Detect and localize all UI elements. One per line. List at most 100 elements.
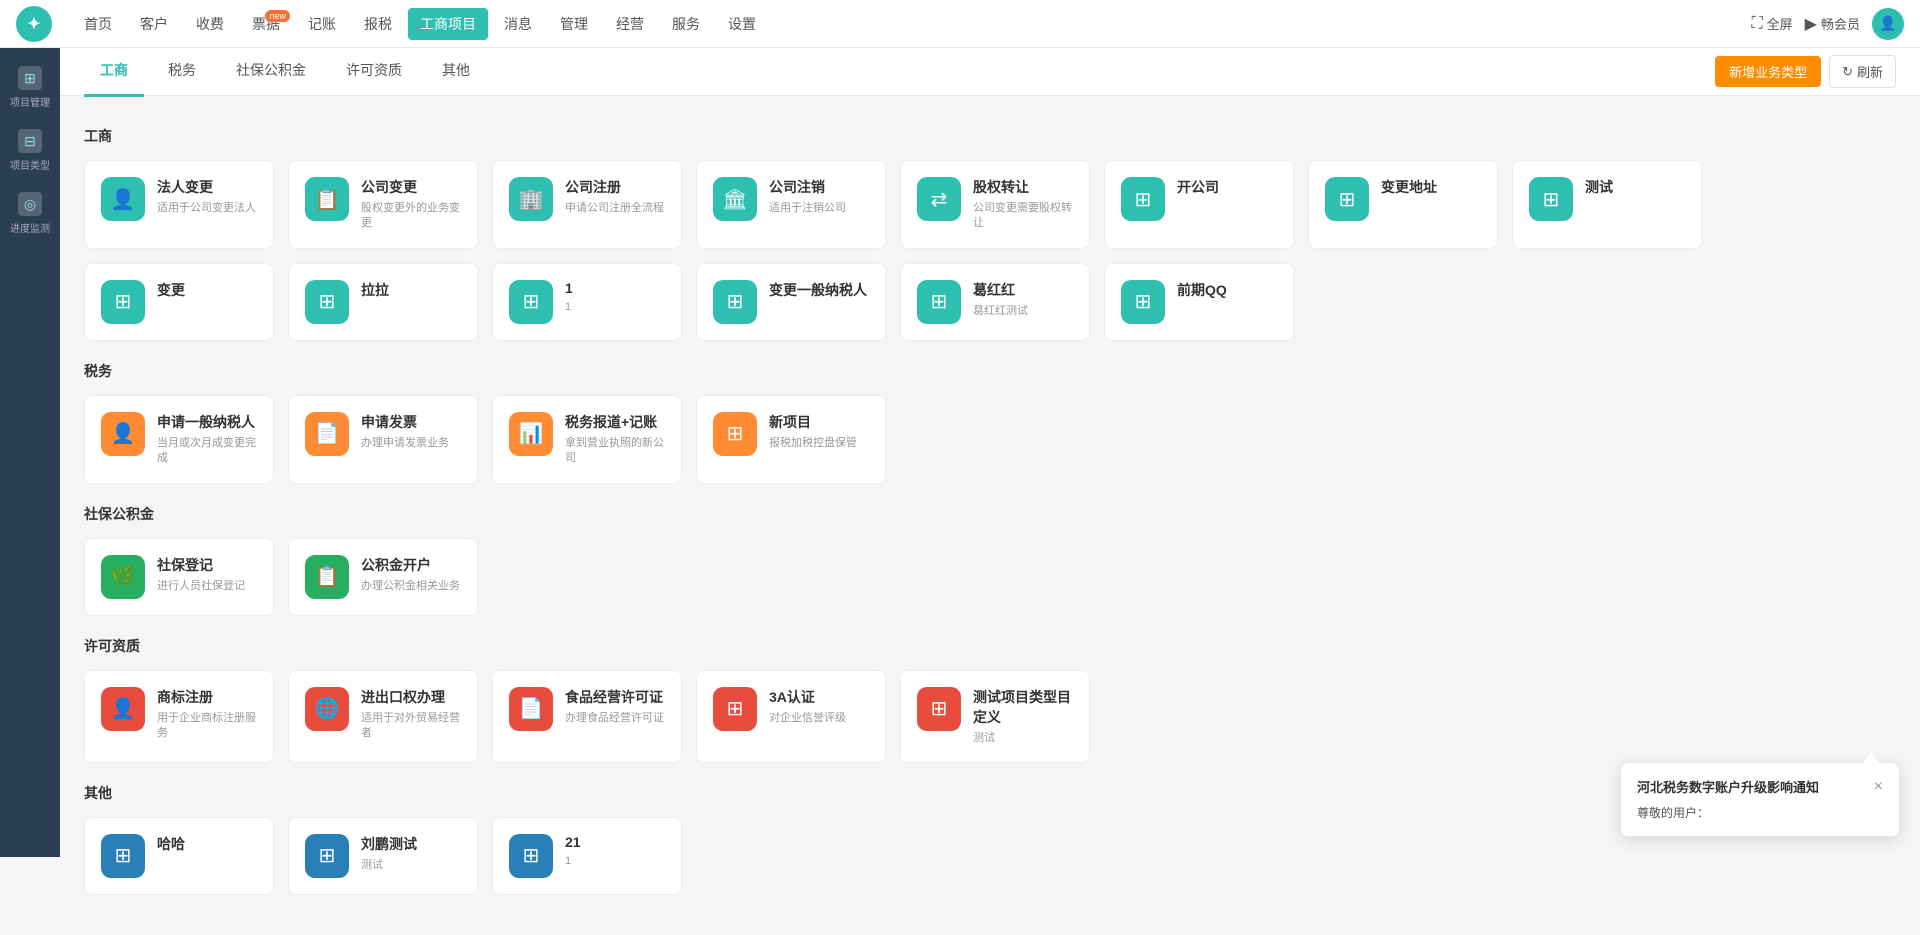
card-icon-tax-report-accounting: 📊 <box>509 412 553 456</box>
card-text-food-license: 食品经营许可证 办理食品经营许可证 <box>565 687 665 726</box>
card-company-cancel[interactable]: 🏛 公司注销 适用于注销公司 <box>696 160 886 249</box>
notif-close-button[interactable]: × <box>1874 778 1883 796</box>
card-lala[interactable]: ⊞ 拉拉 <box>288 263 478 341</box>
sidebar-item-project-type[interactable]: ⊟ 项目类型 <box>3 121 57 180</box>
sub-tab-other[interactable]: 其他 <box>426 46 486 97</box>
card-company-change[interactable]: 📋 公司变更 股权变更外的业务变更 <box>288 160 478 249</box>
card-change[interactable]: ⊞ 变更 <box>84 263 274 341</box>
sidebar-label-project-type: 项目类型 <box>10 157 50 172</box>
card-twenty-one[interactable]: ⊞ 21 1 <box>492 817 682 895</box>
card-3a-cert[interactable]: ⊞ 3A认证 对企业信誉评级 <box>696 670 886 763</box>
card-one[interactable]: ⊞ 1 1 <box>492 263 682 341</box>
card-desc-tax-report-accounting: 拿到营业执照的新公司 <box>565 436 665 467</box>
card-gehonghong[interactable]: ⊞ 葛红红 葛红红测试 <box>900 263 1090 341</box>
sub-tab-social[interactable]: 社保公积金 <box>220 46 322 97</box>
card-desc-apply-taxpayer: 当月或次月成变更完成 <box>157 436 257 467</box>
nav-item-service[interactable]: 服务 <box>660 8 712 40</box>
card-text-trademark: 商标注册 用于企业商标注册服务 <box>157 687 257 742</box>
card-haha[interactable]: ⊞ 哈哈 <box>84 817 274 895</box>
fullscreen-button[interactable]: ⛶ 全屏 <box>1751 14 1792 33</box>
card-provident-fund[interactable]: 📋 公积金开户 办理公积金相关业务 <box>288 538 478 616</box>
card-food-license[interactable]: 📄 食品经营许可证 办理食品经营许可证 <box>492 670 682 763</box>
card-icon-equity-transfer: ⇄ <box>917 177 961 221</box>
card-tax-report-accounting[interactable]: 📊 税务报道+记账 拿到营业执照的新公司 <box>492 395 682 484</box>
card-name-apply-taxpayer: 申请一般纳税人 <box>157 412 257 432</box>
card-name-new-project: 新项目 <box>769 412 869 432</box>
card-apply-taxpayer[interactable]: 👤 申请一般纳税人 当月或次月成变更完成 <box>84 395 274 484</box>
card-icon-twenty-one: ⊞ <box>509 834 553 878</box>
card-name-equity-transfer: 股权转让 <box>973 177 1073 197</box>
card-apply-invoice[interactable]: 📄 申请发票 办理申请发票业务 <box>288 395 478 484</box>
sub-tab-tax[interactable]: 税务 <box>152 46 212 97</box>
card-test-type[interactable]: ⊞ 测试项目类型目定义 测试 <box>900 670 1090 763</box>
section-title-license: 许可资质 <box>84 636 1896 656</box>
card-icon-legal-change: 👤 <box>101 177 145 221</box>
card-social-register[interactable]: 🌿 社保登记 进行人员社保登记 <box>84 538 274 616</box>
nav-item-message[interactable]: 消息 <box>492 8 544 40</box>
refresh-button[interactable]: ↻刷新 <box>1829 55 1896 88</box>
card-icon-provident-fund: 📋 <box>305 555 349 599</box>
card-name-3a-cert: 3A认证 <box>769 687 869 707</box>
nav-item-operation[interactable]: 经营 <box>604 8 656 40</box>
card-icon-gehonghong: ⊞ <box>917 280 961 324</box>
new-type-button[interactable]: 新增业务类型 <box>1715 56 1821 87</box>
card-name-food-license: 食品经营许可证 <box>565 687 665 707</box>
card-liupeng-test[interactable]: ⊞ 刘鹏测试 测试 <box>288 817 478 895</box>
sub-tab-license[interactable]: 许可资质 <box>330 46 418 97</box>
cards-grid-tax: 👤 申请一般纳税人 当月或次月成变更完成 📄 申请发票 办理申请发票业务 📊 税… <box>84 395 1896 484</box>
card-change-address[interactable]: ⊞ 变更地址 <box>1308 160 1498 249</box>
sub-tab-industry[interactable]: 工商 <box>84 46 144 97</box>
nav-item-industry[interactable]: 工商项目 <box>408 8 488 40</box>
card-text-lala: 拉拉 <box>361 280 461 304</box>
nav-item-billing[interactable]: 收费 <box>184 8 236 40</box>
cards-grid-social: 🌿 社保登记 进行人员社保登记 📋 公积金开户 办理公积金相关业务 <box>84 538 1896 616</box>
card-equity-transfer[interactable]: ⇄ 股权转让 公司变更需要股权转让 <box>900 160 1090 249</box>
nav-item-home[interactable]: 首页 <box>72 8 124 40</box>
card-desc-apply-invoice: 办理申请发票业务 <box>361 436 461 451</box>
avatar[interactable]: 👤 <box>1872 8 1904 40</box>
notif-triangle <box>1863 753 1879 763</box>
card-name-twenty-one: 21 <box>565 834 665 850</box>
nav-item-management[interactable]: 管理 <box>548 8 600 40</box>
card-icon-3a-cert: ⊞ <box>713 687 757 731</box>
card-text-qianqi-qq: 前期QQ <box>1177 280 1277 304</box>
card-name-legal-change: 法人变更 <box>157 177 257 197</box>
notif-content: 尊敬的用户： <box>1637 804 1883 822</box>
card-open-company[interactable]: ⊞ 开公司 <box>1104 160 1294 249</box>
card-icon-test-type: ⊞ <box>917 687 961 731</box>
card-desc-one: 1 <box>565 300 665 315</box>
card-name-qianqi-qq: 前期QQ <box>1177 280 1277 300</box>
card-legal-change[interactable]: 👤 法人变更 适用于公司变更法人 <box>84 160 274 249</box>
card-name-company-cancel: 公司注销 <box>769 177 869 197</box>
card-test[interactable]: ⊞ 测试 <box>1512 160 1702 249</box>
nav-item-accounting[interactable]: 记账 <box>296 8 348 40</box>
card-name-social-register: 社保登记 <box>157 555 257 575</box>
nav-item-customer[interactable]: 客户 <box>128 8 180 40</box>
sub-tabs: 工商税务社保公积金许可资质其他 新增业务类型 ↻刷新 <box>60 48 1920 96</box>
card-import-export[interactable]: 🌐 进出口权办理 适用于对外贸易经营者 <box>288 670 478 763</box>
cards-grid-industry: 👤 法人变更 适用于公司变更法人 📋 公司变更 股权变更外的业务变更 🏢 公司注… <box>84 160 1896 341</box>
card-icon-haha: ⊞ <box>101 834 145 878</box>
nav-item-ticket[interactable]: 票据new <box>240 8 292 40</box>
card-icon-new-project: ⊞ <box>713 412 757 456</box>
card-name-change: 变更 <box>157 280 257 300</box>
card-desc-legal-change: 适用于公司变更法人 <box>157 201 257 216</box>
member-button[interactable]: ▶ 畅会员 <box>1805 14 1860 34</box>
nav-item-tax[interactable]: 报税 <box>352 8 404 40</box>
card-qianqi-qq[interactable]: ⊞ 前期QQ <box>1104 263 1294 341</box>
card-new-project[interactable]: ⊞ 新项目 报税加税控盘保管 <box>696 395 886 484</box>
card-name-change-address: 变更地址 <box>1381 177 1481 197</box>
card-icon-open-company: ⊞ <box>1121 177 1165 221</box>
section-title-social: 社保公积金 <box>84 504 1896 524</box>
card-text-import-export: 进出口权办理 适用于对外贸易经营者 <box>361 687 461 742</box>
sidebar-item-progress-monitor[interactable]: ◎ 进度监测 <box>3 184 57 243</box>
card-name-company-register: 公司注册 <box>565 177 665 197</box>
card-text-twenty-one: 21 1 <box>565 834 665 869</box>
card-company-register[interactable]: 🏢 公司注册 申请公司注册全流程 <box>492 160 682 249</box>
card-trademark[interactable]: 👤 商标注册 用于企业商标注册服务 <box>84 670 274 763</box>
sidebar-item-project-mgmt[interactable]: ⊞ 项目管理 <box>3 58 57 117</box>
card-text-apply-invoice: 申请发票 办理申请发票业务 <box>361 412 461 451</box>
card-text-tax-report-accounting: 税务报道+记账 拿到营业执照的新公司 <box>565 412 665 467</box>
card-change-taxpayer[interactable]: ⊞ 变更一般纳税人 <box>696 263 886 341</box>
nav-item-settings[interactable]: 设置 <box>716 8 768 40</box>
